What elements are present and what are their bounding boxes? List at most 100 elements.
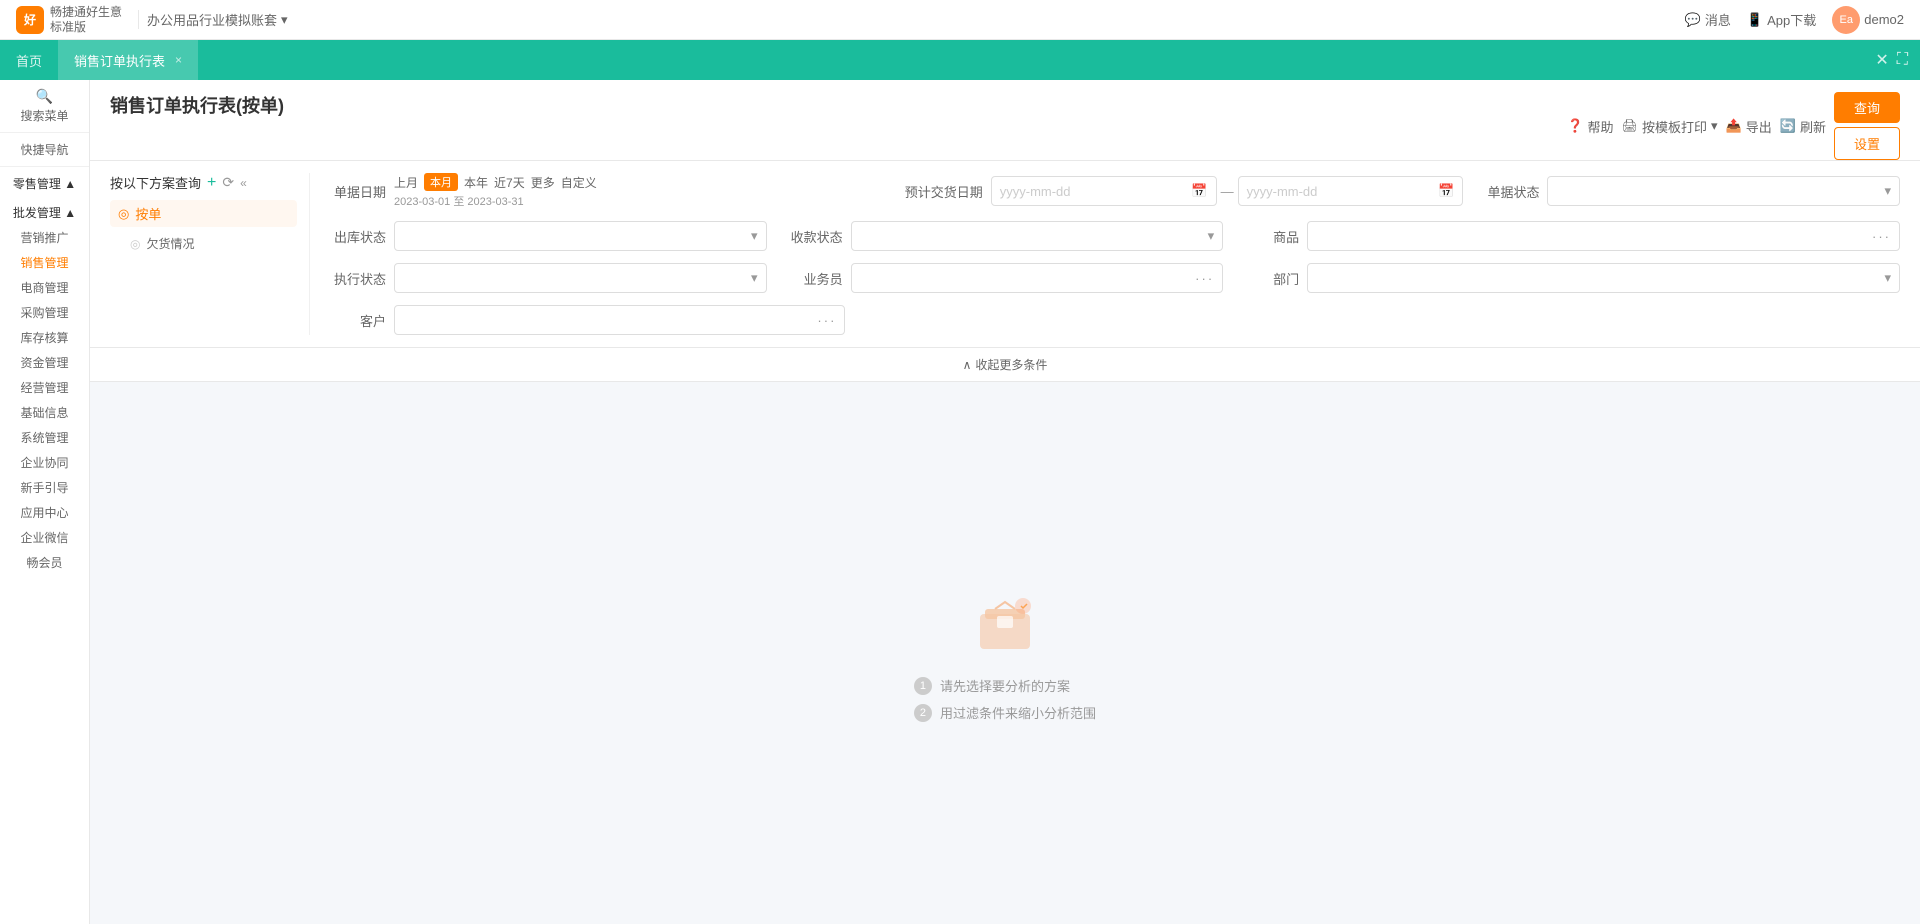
sidebar: 🔍 搜索菜单 快捷导航 零售管理 ▲ 批发管理 ▲ 营销推广 销售管理 电商管理… — [0, 80, 90, 924]
plan-icon: ◎ — [118, 206, 129, 222]
filter-row-4: 客户 ··· — [326, 305, 1900, 335]
salesperson-input[interactable]: ··· — [851, 263, 1224, 293]
sidebar-item-marketing[interactable]: 营销推广 — [0, 225, 89, 250]
refresh-button[interactable]: 🔄 刷新 — [1780, 92, 1826, 160]
filter-field-delivery: 出库状态 ▾ — [326, 221, 767, 251]
export-button[interactable]: 📤 导出 — [1726, 92, 1772, 160]
delivery-label: 出库状态 — [326, 227, 386, 246]
app-selector[interactable]: 办公用品行业模拟账套 ▾ — [138, 10, 296, 29]
status-label: 单据状态 — [1479, 182, 1539, 201]
logo-area: 好 畅捷通好生意 标准版 — [16, 5, 122, 34]
product-more-icon[interactable]: ··· — [1872, 229, 1891, 244]
date-label: 单据日期 — [326, 182, 386, 201]
status-dropdown[interactable]: ▾ — [1547, 176, 1900, 206]
filter-panel: 按以下方案查询 + ⟳ « ◎ 按单 ◎ 欠货情况 — [90, 161, 1920, 348]
window-maximize-icon[interactable]: ⛶ — [1897, 51, 1908, 69]
sidebar-item-guide[interactable]: 新手引导 — [0, 475, 89, 500]
customer-label: 客户 — [326, 311, 386, 330]
sidebar-item-wholesale[interactable]: 批发管理 ▲ — [0, 196, 89, 225]
top-bar-right: 💬 消息 📱 App下载 Ea demo2 — [1685, 6, 1904, 34]
last7-option[interactable]: 近7天 — [494, 174, 525, 191]
department-dropdown[interactable]: ▾ — [1307, 263, 1900, 293]
plan-item-order[interactable]: ◎ 按单 — [110, 200, 297, 227]
download-icon: 📱 — [1747, 12, 1763, 28]
expected-date-end[interactable]: yyyy-mm-dd 📅 — [1238, 176, 1464, 206]
chevron-down-icon: ▾ — [751, 270, 758, 286]
sidebar-item-member[interactable]: 畅会员 — [0, 550, 89, 575]
chevron-down-icon: ▾ — [1208, 228, 1215, 244]
user-menu[interactable]: Ea demo2 — [1832, 6, 1904, 34]
page-header: 销售订单执行表(按单) ❓ 帮助 🖨 按模板打印 ▾ 📤 导出 🔄 刷新 — [90, 80, 1920, 161]
date-range-separator: — — [1221, 184, 1234, 199]
last-month-option[interactable]: 上月 — [394, 174, 418, 191]
product-input[interactable]: ··· — [1307, 221, 1900, 251]
help-button[interactable]: ❓ 帮助 — [1567, 92, 1613, 160]
this-year-option[interactable]: 本年 — [464, 174, 488, 191]
payment-label: 收款状态 — [783, 227, 843, 246]
quick-nav[interactable]: 快捷导航 — [0, 133, 89, 167]
sidebar-item-basic-info[interactable]: 基础信息 — [0, 400, 89, 425]
logo-text: 畅捷通好生意 标准版 — [50, 5, 122, 34]
sidebar-item-ecommerce[interactable]: 电商管理 — [0, 275, 89, 300]
message-icon: 💬 — [1685, 12, 1701, 28]
sidebar-item-enterprise[interactable]: 企业协同 — [0, 450, 89, 475]
salesperson-label: 业务员 — [783, 269, 843, 288]
query-button[interactable]: 查询 — [1834, 92, 1900, 123]
help-icon: ❓ — [1567, 118, 1583, 134]
content-area: 销售订单执行表(按单) ❓ 帮助 🖨 按模板打印 ▾ 📤 导出 🔄 刷新 — [90, 80, 1920, 924]
print-button[interactable]: 🖨 按模板打印 ▾ — [1622, 92, 1718, 160]
this-month-tag[interactable]: 本月 — [424, 173, 458, 191]
sidebar-item-sales[interactable]: 销售管理 — [0, 250, 89, 275]
collapse-button[interactable]: ∧ 收起更多条件 — [963, 356, 1048, 373]
window-close-icon[interactable]: ✕ — [1875, 50, 1888, 70]
export-icon: 📤 — [1726, 118, 1742, 134]
tip-num-2: 2 — [914, 704, 932, 722]
print-dropdown-icon: ▾ — [1711, 118, 1718, 134]
chevron-down-icon: ▾ — [281, 12, 288, 28]
customer-more-icon[interactable]: ··· — [817, 313, 836, 328]
more-date-option[interactable]: 更多 — [531, 174, 555, 191]
sub-item-shortage[interactable]: ◎ 欠货情况 — [110, 231, 297, 256]
delivery-dropdown[interactable]: ▾ — [394, 221, 767, 251]
execution-dropdown[interactable]: ▾ — [394, 263, 767, 293]
payment-dropdown[interactable]: ▾ — [851, 221, 1224, 251]
sidebar-item-operations[interactable]: 经营管理 — [0, 375, 89, 400]
tab-home[interactable]: 首页 — [0, 40, 58, 80]
filter-field-execution: 执行状态 ▾ — [326, 263, 767, 293]
sidebar-item-system[interactable]: 系统管理 — [0, 425, 89, 450]
refresh-plan-icon[interactable]: ⟳ — [222, 174, 234, 191]
tab-sales-order[interactable]: 销售订单执行表 × — [58, 40, 198, 80]
collapse-plan-icon[interactable]: « — [240, 176, 247, 190]
page-title: 销售订单执行表(按单) — [110, 92, 284, 130]
sidebar-item-purchase[interactable]: 采购管理 — [0, 300, 89, 325]
date-range-text: 2023-03-01 至 2023-03-31 — [394, 193, 887, 209]
message-button[interactable]: 💬 消息 — [1685, 10, 1731, 29]
top-bar: 好 畅捷通好生意 标准版 办公用品行业模拟账套 ▾ 💬 消息 📱 App下载 E… — [0, 0, 1920, 40]
app-download-button[interactable]: 📱 App下载 — [1747, 10, 1816, 29]
expected-date-start[interactable]: yyyy-mm-dd 📅 — [991, 176, 1217, 206]
empty-tips: 1 请先选择要分析的方案 2 用过滤条件来缩小分析范围 — [914, 676, 1096, 722]
main-layout: 🔍 搜索菜单 快捷导航 零售管理 ▲ 批发管理 ▲ 营销推广 销售管理 电商管理… — [0, 80, 1920, 924]
sidebar-item-inventory[interactable]: 库存核算 — [0, 325, 89, 350]
product-label: 商品 — [1239, 227, 1299, 246]
sidebar-item-retail[interactable]: 零售管理 ▲ — [0, 167, 89, 196]
chevron-down-icon: ▾ — [751, 228, 758, 244]
filter-field-date: 单据日期 上月 本月 本年 近7天 更多 自定义 — [326, 173, 887, 209]
execution-label: 执行状态 — [326, 269, 386, 288]
add-plan-icon[interactable]: + — [207, 174, 216, 192]
search-menu[interactable]: 🔍 搜索菜单 — [0, 80, 89, 133]
collapse-bar[interactable]: ∧ 收起更多条件 — [90, 348, 1920, 382]
sidebar-item-finance[interactable]: 资金管理 — [0, 350, 89, 375]
sidebar-item-wechat[interactable]: 企业微信 — [0, 525, 89, 550]
custom-date-option[interactable]: 自定义 — [561, 174, 597, 191]
settings-button[interactable]: 设置 — [1834, 127, 1900, 160]
customer-input[interactable]: ··· — [394, 305, 845, 335]
chevron-down-icon: ▾ — [1884, 183, 1891, 199]
tab-close-icon[interactable]: × — [175, 53, 182, 67]
sidebar-item-apps[interactable]: 应用中心 — [0, 500, 89, 525]
empty-tip-1: 1 请先选择要分析的方案 — [914, 676, 1096, 695]
salesperson-more-icon[interactable]: ··· — [1195, 271, 1214, 286]
department-label: 部门 — [1239, 269, 1299, 288]
filter-field-payment: 收款状态 ▾ — [783, 221, 1224, 251]
logo-icon: 好 — [16, 6, 44, 34]
